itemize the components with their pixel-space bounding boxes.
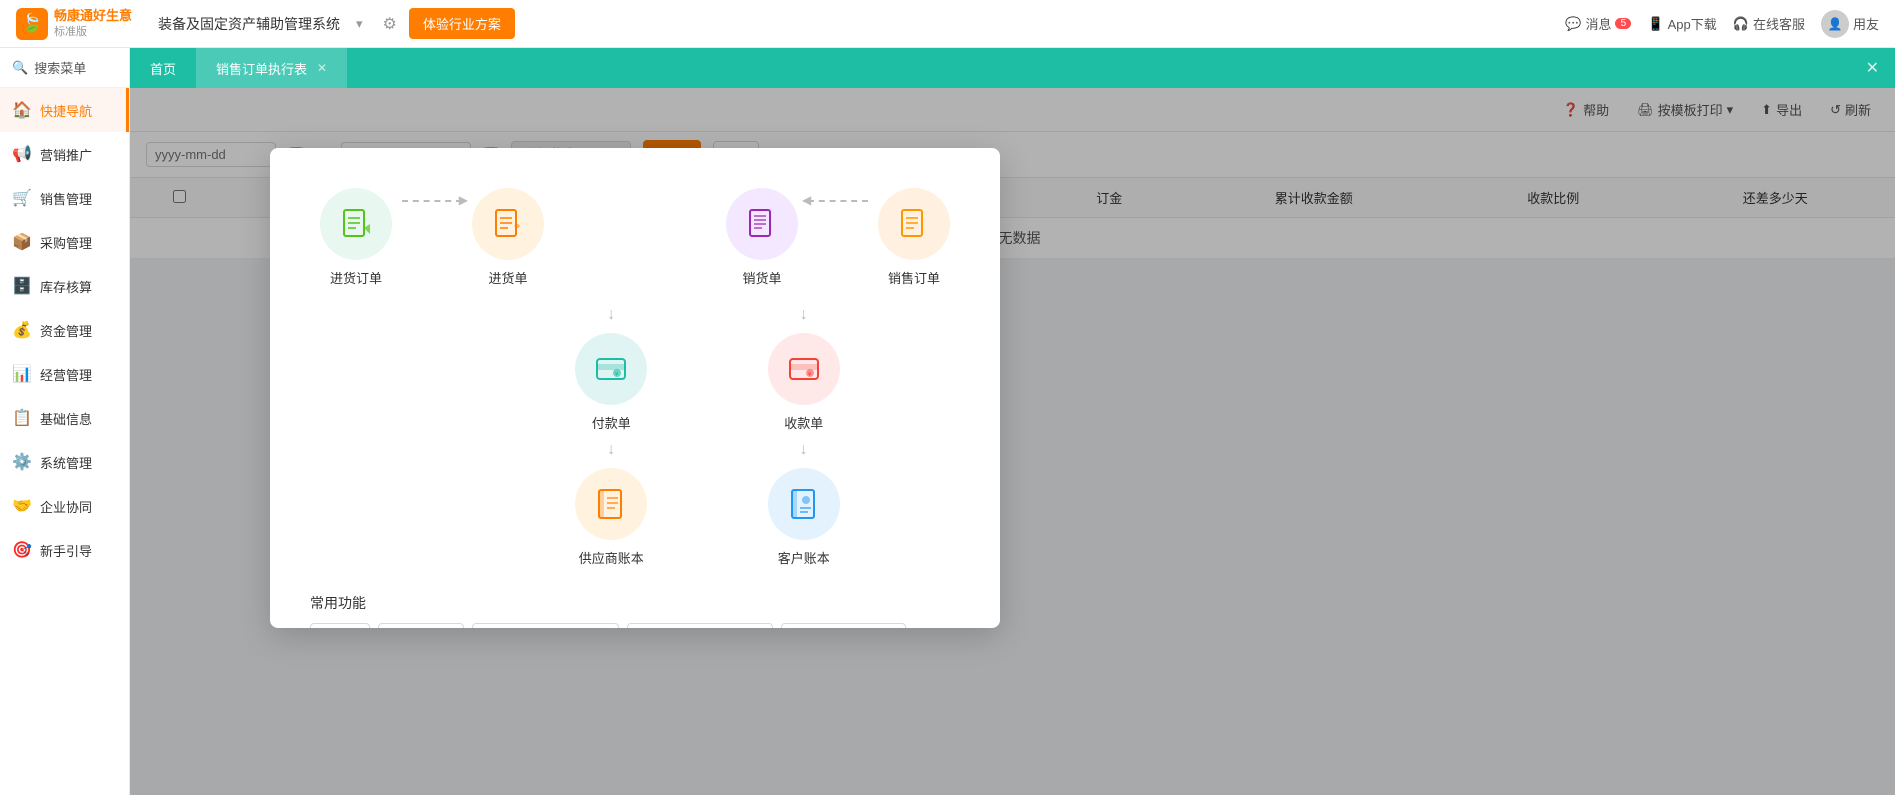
common-functions-title: 常用功能 — [310, 593, 960, 613]
system-title: 装备及固定资产辅助管理系统 — [158, 14, 340, 34]
sidebar-item-newbie[interactable]: 🎯 新手引导 — [0, 528, 129, 572]
message-badge: 5 — [1615, 18, 1631, 29]
gear-icon: ⚙️ — [12, 452, 32, 472]
sidebar-item-purchase[interactable]: 📦 采购管理 — [0, 220, 129, 264]
online-service-item[interactable]: 🎧 在线客服 — [1733, 14, 1805, 33]
cf-btn-sales-profit[interactable]: 销售毛利分析表 — [781, 623, 906, 628]
sidebar-item-operation[interactable]: 📊 经营管理 — [0, 352, 129, 396]
flow-node-receipt[interactable]: ¥ 收款单 — [758, 323, 850, 442]
flow-row2-arrows: ↓ ¥ 付款单 ↓ — [310, 307, 960, 577]
flow-node-sales-bill[interactable]: 销货单 — [716, 178, 808, 297]
list-icon: 📋 — [12, 408, 32, 428]
flow-node-sales-order[interactable]: 销售订单 — [868, 178, 960, 297]
sidebar-item-system[interactable]: ⚙️ 系统管理 — [0, 440, 129, 484]
message-item[interactable]: 💬 消息 5 — [1565, 14, 1631, 33]
cf-btn-stock-dist[interactable]: 现存量(库存分布表) — [627, 623, 774, 628]
search-icon: 🔍 — [12, 60, 28, 76]
sidebar-item-quick-nav[interactable]: 🏠 快捷导航 — [0, 88, 129, 132]
cf-btn-partners[interactable]: 往来单位 — [378, 623, 464, 628]
sidebar: 🔍 搜索菜单 🏠 快捷导航 📢 营销推广 🛒 销售管理 📦 采购管理 🗄️ — [0, 48, 130, 795]
headset-icon: 🎧 — [1733, 16, 1749, 32]
logo-text: 畅康通好生意 标准版 — [54, 8, 132, 39]
purchase-order-label: 进货订单 — [330, 268, 382, 287]
flow-node-purchase-bill[interactable]: 进货单 — [462, 178, 554, 297]
sidebar-item-inventory[interactable]: 🗄️ 库存核算 — [0, 264, 129, 308]
purchase-order-icon — [320, 188, 392, 260]
payment-icon: ¥ — [575, 333, 647, 405]
sidebar-item-basicinfo[interactable]: 📋 基础信息 — [0, 396, 129, 440]
arrow-left-1: ◀ — [808, 178, 868, 202]
purchase-bill-label: 进货单 — [488, 268, 527, 287]
sidebar-item-marketing[interactable]: 📢 营销推广 — [0, 132, 129, 176]
inventory-icon: 🗄️ — [12, 276, 32, 296]
top-right-area: 💬 消息 5 📱 App下载 🎧 在线客服 👤 用友 — [1565, 10, 1879, 38]
popup-box: 进货订单 ▶ — [270, 148, 1000, 628]
popup-overlay[interactable]: 进货订单 ▶ — [130, 88, 1895, 795]
tab-home[interactable]: 首页 — [130, 48, 196, 88]
page-content: ❓ 帮助 🖨 按模板打印 ▾ ⬆ 导出 ↺ 刷新 — [130, 88, 1895, 795]
sidebar-item-cooperation[interactable]: 🤝 企业协同 — [0, 484, 129, 528]
flow-diagram: 进货订单 ▶ — [310, 178, 960, 297]
logo-area: 🍃 畅康通好生意 标准版 — [16, 8, 146, 40]
sales-order-label: 销售订单 — [888, 268, 940, 287]
sales-bill-label: 销货单 — [742, 268, 781, 287]
user-avatar: 👤 — [1821, 10, 1849, 38]
phone-icon: 📱 — [1647, 16, 1663, 32]
customer-ledger-icon — [768, 468, 840, 540]
arrow-right-1: ▶ — [402, 178, 462, 202]
megaphone-icon: 📢 — [12, 144, 32, 164]
app-download-item[interactable]: 📱 App下载 — [1647, 14, 1716, 33]
tab-bar: 首页 销售订单执行表 ✕ ✕ — [130, 48, 1895, 88]
home-icon: 🏠 — [12, 100, 32, 120]
message-icon: 💬 — [1565, 16, 1581, 32]
flow-node-supplier-ledger[interactable]: 供应商账本 — [565, 458, 657, 577]
purchase-bill-icon — [472, 188, 544, 260]
logo-icon: 🍃 — [16, 8, 48, 40]
common-buttons-row: 商品 往来单位 现存量(库存状况表) 现存量(库存分布表) 销售毛利分析表 商品… — [310, 623, 960, 628]
sales-bill-icon — [726, 188, 798, 260]
box-icon: 📦 — [12, 232, 32, 252]
common-functions: 常用功能 商品 往来单位 现存量(库存状况表) 现存量(库存分布表) 销售毛利分… — [310, 593, 960, 628]
money-icon: 💰 — [12, 320, 32, 340]
tab-sales-order-exec[interactable]: 销售订单执行表 ✕ — [196, 48, 347, 88]
settings-icon[interactable]: ⚙ — [383, 14, 397, 34]
close-content-icon[interactable]: ✕ — [1866, 58, 1879, 78]
supplier-ledger-icon — [575, 468, 647, 540]
cf-btn-goods[interactable]: 商品 — [310, 623, 370, 628]
cf-btn-stock-status[interactable]: 现存量(库存状况表) — [472, 623, 619, 628]
search-menu[interactable]: 🔍 搜索菜单 — [0, 48, 129, 88]
sidebar-item-sales[interactable]: 🛒 销售管理 — [0, 176, 129, 220]
supplier-ledger-label: 供应商账本 — [579, 548, 644, 567]
tab-close-icon[interactable]: ✕ — [317, 61, 327, 75]
flow-node-purchase-order[interactable]: 进货订单 — [310, 178, 402, 297]
receipt-label: 收款单 — [784, 413, 823, 432]
cart-icon: 🛒 — [12, 188, 32, 208]
dropdown-icon[interactable]: ▾ — [356, 16, 363, 32]
flow-node-payment[interactable]: ¥ 付款单 — [565, 323, 657, 442]
payment-label: 付款单 — [592, 413, 631, 432]
content-area: 首页 销售订单执行表 ✕ ✕ ❓ 帮助 🖨 — [130, 48, 1895, 795]
sales-order-icon — [878, 188, 950, 260]
flow-node-customer-ledger[interactable]: 客户账本 — [758, 458, 850, 577]
customer-ledger-label: 客户账本 — [778, 548, 830, 567]
trial-button[interactable]: 体验行业方案 — [409, 8, 515, 39]
receipt-icon: ¥ — [768, 333, 840, 405]
handshake-icon: 🤝 — [12, 496, 32, 516]
chart-icon: 📊 — [12, 364, 32, 384]
user-avatar-item[interactable]: 👤 用友 — [1821, 10, 1879, 38]
guide-icon: 🎯 — [12, 540, 32, 560]
sidebar-item-finance[interactable]: 💰 资金管理 — [0, 308, 129, 352]
